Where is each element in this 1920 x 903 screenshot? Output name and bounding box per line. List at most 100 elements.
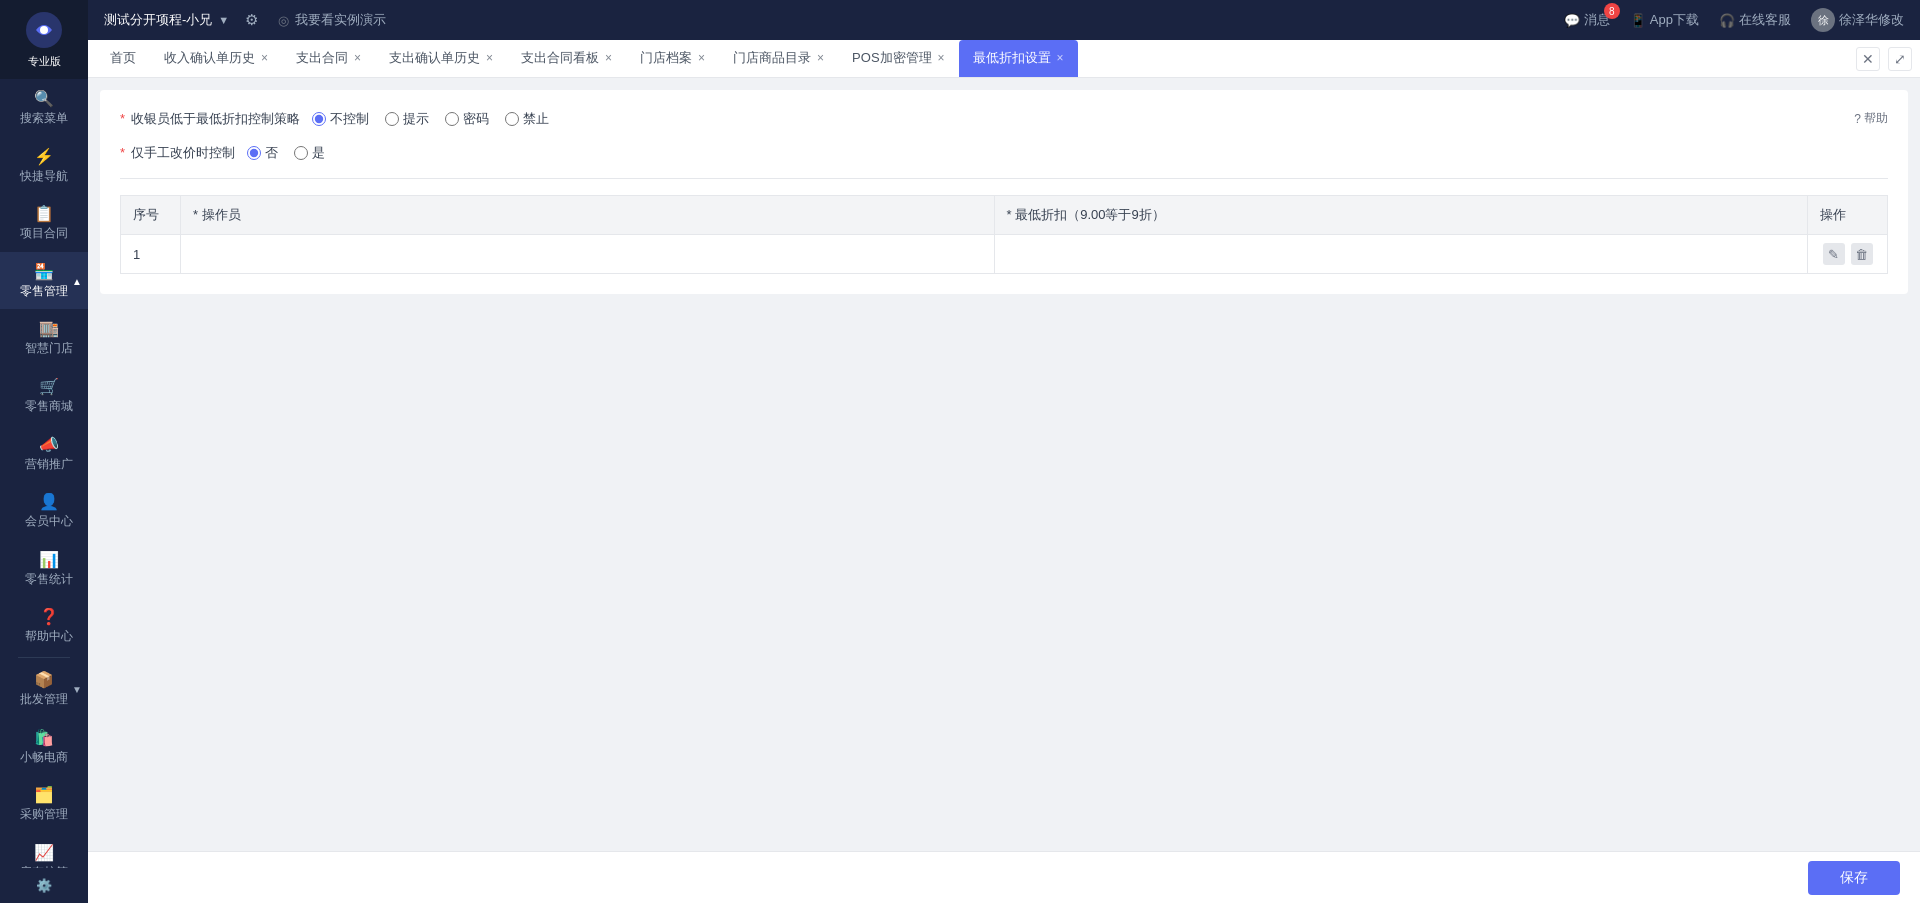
sidebar-item-quicknav[interactable]: ⚡ 快捷导航 [0, 137, 88, 195]
user-profile[interactable]: 徐 徐泽华修改 [1811, 8, 1904, 32]
demo-link[interactable]: ◎ 我要看实例演示 [278, 11, 386, 29]
sidebar-item-label: 搜索菜单 [20, 111, 68, 127]
message-badge: 8 [1604, 3, 1620, 19]
quicknav-icon: ⚡ [34, 147, 54, 166]
sidebar-item-help[interactable]: ❓ 帮助中心 [0, 597, 88, 655]
tab-close-icon[interactable]: × [938, 51, 945, 65]
sidebar-item-label: 智慧门店 [25, 341, 73, 357]
help-link[interactable]: ? 帮助 [1854, 110, 1888, 127]
tab-expand-button[interactable]: ⤢ [1888, 47, 1912, 71]
required-star: * [120, 145, 125, 160]
sidebar-item-purchase[interactable]: 🗂️ 采购管理 [0, 775, 88, 833]
tab-min-discount[interactable]: 最低折扣设置 × [959, 40, 1078, 78]
project-name: 测试分开项程-小兄 [104, 11, 212, 29]
purchase-icon: 🗂️ [34, 785, 54, 804]
data-table: 序号 * 操作员 * 最低折扣（9.00等于9折） 操作 1 [120, 195, 1888, 274]
circle-icon: ◎ [278, 13, 289, 28]
tab-bar: 首页 收入确认单历史 × 支出合同 × 支出确认单历史 × 支出合同看板 × 门… [88, 40, 1920, 78]
tab-store-archive[interactable]: 门店档案 × [626, 40, 719, 78]
tab-home[interactable]: 首页 [96, 40, 150, 78]
tab-close-button[interactable]: ✕ [1856, 47, 1880, 71]
sidebar-item-onlineshop[interactable]: 🛒 零售商城 [0, 367, 88, 425]
sidebar-item-label: 会员中心 [25, 514, 73, 530]
top-bar: 测试分开项程-小兄 ▼ ⚙ ◎ 我要看实例演示 💬 消息 8 📱 App下载 🎧… [88, 0, 1920, 40]
save-button[interactable]: 保存 [1808, 861, 1900, 895]
radio-no-control[interactable]: 不控制 [312, 110, 369, 128]
tab-label: 收入确认单历史 [164, 49, 255, 67]
tab-close-icon[interactable]: × [817, 51, 824, 65]
discount-input[interactable] [1007, 247, 1796, 262]
sidebar-item-inventory[interactable]: 📈 库存核算 [0, 833, 88, 868]
sidebar-item-marketing[interactable]: 📣 营销推广 [0, 425, 88, 483]
sidebar-item-ecommerce[interactable]: 🛍️ 小畅电商 [0, 718, 88, 776]
delete-row-button[interactable]: 🗑 [1851, 243, 1873, 265]
tab-close-icon[interactable]: × [354, 51, 361, 65]
radio-yes[interactable]: 是 [294, 144, 325, 162]
cell-operator[interactable] [181, 235, 995, 274]
radio-forbid[interactable]: 禁止 [505, 110, 549, 128]
sidebar-item-label: 帮助中心 [25, 629, 73, 645]
radio-hint-input[interactable] [385, 112, 399, 126]
required-star: * [120, 111, 125, 126]
radio-forbid-input[interactable] [505, 112, 519, 126]
tab-close-icon[interactable]: × [698, 51, 705, 65]
sidebar-item-label: 小畅电商 [20, 750, 68, 766]
sidebar-item-retailstat[interactable]: 📊 零售统计 [0, 540, 88, 598]
operator-input[interactable] [193, 247, 982, 262]
tab-pos-encrypt[interactable]: POS加密管理 × [838, 40, 958, 78]
radio-password[interactable]: 密码 [445, 110, 489, 128]
radio-no-input[interactable] [247, 146, 261, 160]
help-label: 帮助 [1864, 110, 1888, 127]
sidebar-item-search[interactable]: 🔍 搜索菜单 [0, 79, 88, 137]
radio-no-control-input[interactable] [312, 112, 326, 126]
radio-no-control-label: 不控制 [330, 110, 369, 128]
topbar-gear-icon[interactable]: ⚙ [245, 11, 258, 29]
cell-discount[interactable] [994, 235, 1808, 274]
tab-payment-contract[interactable]: 支出合同 × [282, 40, 375, 78]
tab-close-icon[interactable]: × [605, 51, 612, 65]
sidebar-item-label: 零售管理 [20, 284, 68, 300]
sidebar-item-smartshop[interactable]: 🏬 智慧门店 [0, 309, 88, 367]
app-download-button[interactable]: 📱 App下载 [1630, 11, 1699, 29]
message-button[interactable]: 💬 消息 8 [1564, 11, 1610, 29]
sidebar-item-member[interactable]: 👤 会员中心 [0, 482, 88, 540]
online-support-button[interactable]: 🎧 在线客服 [1719, 11, 1791, 29]
user-name: 徐泽华修改 [1839, 11, 1904, 29]
tab-store-products[interactable]: 门店商品目录 × [719, 40, 838, 78]
tab-income-confirm[interactable]: 收入确认单历史 × [150, 40, 282, 78]
tab-label: 首页 [110, 49, 136, 67]
tab-bar-actions: ✕ ⤢ [1856, 47, 1912, 71]
marketing-icon: 📣 [39, 435, 59, 454]
sidebar-item-project[interactable]: 📋 项目合同 [0, 194, 88, 252]
sidebar-item-label: 采购管理 [20, 807, 68, 823]
tab-close-icon[interactable]: × [261, 51, 268, 65]
radio-forbid-label: 禁止 [523, 110, 549, 128]
sidebar-item-retail[interactable]: 🏪 零售管理 ▲ [0, 252, 88, 310]
sidebar-item-label: 批发管理 [20, 692, 68, 708]
tab-label: POS加密管理 [852, 49, 931, 67]
message-icon: 💬 [1564, 13, 1580, 28]
bottom-bar: 保存 [88, 851, 1920, 903]
sidebar-item-label: 项目合同 [20, 226, 68, 242]
sidebar-item-label: 零售统计 [25, 572, 73, 588]
tab-payment-board[interactable]: 支出合同看板 × [507, 40, 626, 78]
chevron-down-icon: ▼ [72, 683, 82, 694]
edit-row-button[interactable]: ✎ [1823, 243, 1845, 265]
table-row: 1 ✎ [121, 235, 1888, 274]
radio-password-label: 密码 [463, 110, 489, 128]
project-dropdown-icon: ▼ [218, 14, 229, 26]
table-header-row: 序号 * 操作员 * 最低折扣（9.00等于9折） 操作 [121, 196, 1888, 235]
sidebar-item-wholesale[interactable]: 📦 批发管理 ▼ [0, 660, 88, 718]
sidebar-settings[interactable]: ⚙️ [0, 868, 88, 903]
content-area: ? 帮助 * 收银员低于最低折扣控制策略 不控制 [88, 78, 1920, 851]
tab-close-icon[interactable]: × [486, 51, 493, 65]
tab-payment-confirm[interactable]: 支出确认单历史 × [375, 40, 507, 78]
radio-yes-input[interactable] [294, 146, 308, 160]
project-selector[interactable]: 测试分开项程-小兄 ▼ [104, 11, 229, 29]
sidebar-logo-text: 专业版 [28, 54, 61, 69]
radio-no[interactable]: 否 [247, 144, 278, 162]
radio-hint[interactable]: 提示 [385, 110, 429, 128]
tab-close-icon[interactable]: × [1057, 51, 1064, 65]
radio-password-input[interactable] [445, 112, 459, 126]
smartshop-icon: 🏬 [39, 319, 59, 338]
